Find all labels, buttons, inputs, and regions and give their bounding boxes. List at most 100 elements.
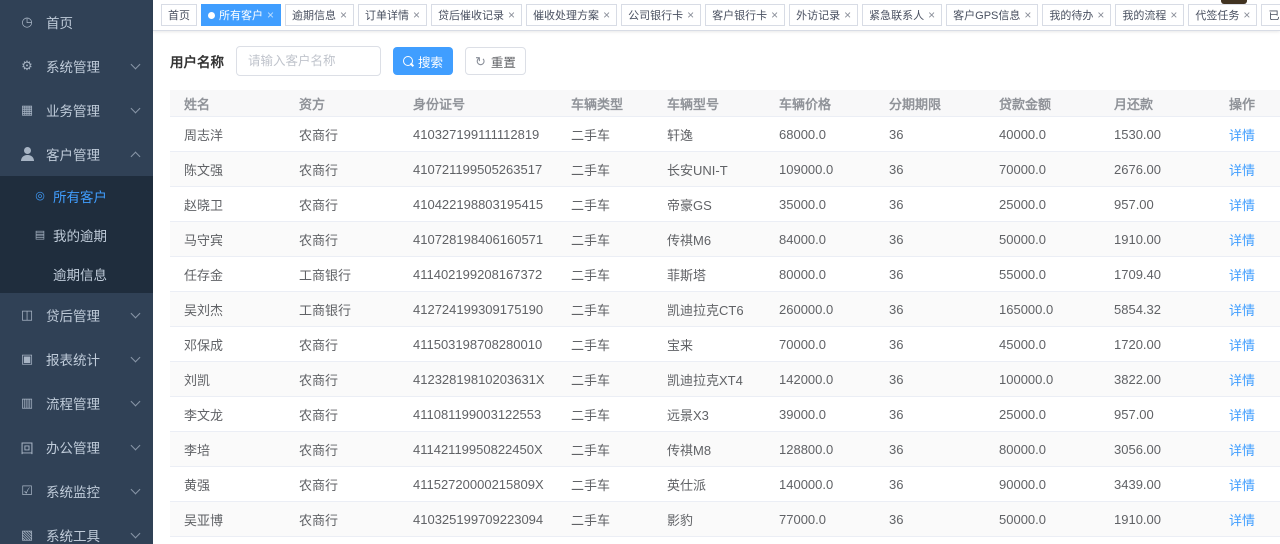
close-icon[interactable]: ×	[340, 9, 347, 21]
cell: 25000.0	[985, 187, 1100, 222]
detail-link[interactable]: 详情	[1229, 338, 1255, 353]
detail-link[interactable]: 详情	[1229, 233, 1255, 248]
sidebar-item-business-management[interactable]: 业务管理	[0, 88, 153, 132]
tab-my-todo[interactable]: 我的待办×	[1042, 4, 1111, 26]
close-icon[interactable]: ×	[1097, 9, 1104, 21]
close-icon[interactable]: ×	[267, 9, 274, 21]
close-icon[interactable]: ×	[1243, 9, 1250, 21]
cell: 凯迪拉克XT4	[653, 362, 765, 397]
cell-text: 410728198406160571	[413, 232, 543, 247]
cell: 165000.0	[985, 292, 1100, 327]
cell-text: 农商行	[299, 198, 338, 213]
cell: 77000.0	[765, 502, 875, 537]
sidebar-item-my-overdue[interactable]: 我的逾期	[0, 215, 153, 254]
tab-emergency-contacts[interactable]: 紧急联系人×	[862, 4, 942, 26]
detail-link[interactable]: 详情	[1229, 443, 1255, 458]
tab-overdue-info[interactable]: 逾期信息×	[285, 4, 354, 26]
search-input[interactable]	[236, 46, 381, 76]
close-icon[interactable]: ×	[844, 9, 851, 21]
tab-collection-plan[interactable]: 催收处理方案 ×	[526, 4, 617, 26]
tab-label: 所有客户	[219, 7, 263, 23]
cell: 3439.00	[1100, 467, 1215, 502]
tab-company-bank-card[interactable]: 公司银行卡×	[621, 4, 701, 26]
detail-link[interactable]: 详情	[1229, 128, 1255, 143]
sidebar-item-system-monitor[interactable]: 系统监控	[0, 469, 153, 513]
sidebar-item-system-tools[interactable]: 系统工具	[0, 513, 153, 544]
cell: 帝豪GS	[653, 187, 765, 222]
cell: 详情	[1215, 397, 1280, 432]
tab-customer-bank-card[interactable]: 客户银行卡×	[705, 4, 785, 26]
table-header-row: 姓名资方身份证号车辆类型车辆型号车辆价格分期期限贷款金额月还款操作	[170, 90, 1280, 117]
cell-text: 36	[889, 372, 903, 387]
cell: 邓保成	[170, 327, 285, 362]
sidebar-item-customer-management[interactable]: 客户管理	[0, 132, 153, 176]
close-icon[interactable]: ×	[687, 9, 694, 21]
close-icon[interactable]: ×	[413, 9, 420, 21]
sidebar-item-home[interactable]: 首页	[0, 0, 153, 44]
cell-text: 100000.0	[999, 372, 1053, 387]
cell-text: 45000.0	[999, 337, 1046, 352]
cell-text: 1720.00	[1114, 337, 1161, 352]
detail-link[interactable]: 详情	[1229, 303, 1255, 318]
tab-label: 催收处理方案	[533, 7, 599, 23]
tab-label: 首页	[168, 7, 190, 23]
cell-text: 36	[889, 267, 903, 282]
close-icon[interactable]: ×	[928, 9, 935, 21]
tab-sign-tasks[interactable]: 代签任务×	[1188, 4, 1257, 26]
cell: 影豹	[653, 502, 765, 537]
detail-link[interactable]: 详情	[1229, 478, 1255, 493]
cell: 二手车	[557, 537, 653, 544]
cell: 142000.0	[765, 362, 875, 397]
detail-link[interactable]: 详情	[1229, 198, 1255, 213]
cell-text: 农商行	[299, 163, 338, 178]
cell-text: 109000.0	[779, 162, 833, 177]
search-button[interactable]: 搜索	[393, 47, 453, 75]
sidebar-item-overdue-info[interactable]: 逾期信息	[0, 254, 153, 293]
tab-done-tasks[interactable]: 已办任务×	[1261, 4, 1280, 26]
reset-button[interactable]: ↻ 重置	[465, 47, 526, 75]
tab-order-detail[interactable]: 订单详情×	[358, 4, 427, 26]
detail-link[interactable]: 详情	[1229, 268, 1255, 283]
tab-all-customers[interactable]: 所有客户 ×	[201, 4, 281, 26]
close-icon[interactable]: ×	[1170, 9, 1177, 21]
tab-home[interactable]: 首页	[161, 4, 197, 26]
detail-link[interactable]: 详情	[1229, 373, 1255, 388]
sidebar-item-post-loan-management[interactable]: 贷后管理	[0, 293, 153, 337]
cell-text: 农商行	[299, 513, 338, 528]
sidebar-item-system-management[interactable]: 系统管理	[0, 44, 153, 88]
sidebar-item-process-management[interactable]: 流程管理	[0, 381, 153, 425]
user-icon	[18, 147, 36, 161]
close-icon[interactable]: ×	[771, 9, 778, 21]
tab-my-process[interactable]: 我的流程×	[1115, 4, 1184, 26]
close-icon[interactable]: ×	[603, 9, 610, 21]
all-customers-icon	[33, 189, 47, 202]
table-row: 李文龙农商行411081199003122553二手车远景X339000.036…	[170, 397, 1280, 432]
cell-text: 宝来	[667, 338, 693, 353]
cell: 宝来	[653, 327, 765, 362]
cell-text: 128800.0	[779, 442, 833, 457]
sidebar-item-all-customers[interactable]: 所有客户	[0, 176, 153, 215]
tab-customer-gps[interactable]: 客户GPS信息×	[946, 4, 1038, 26]
tab-field-visit-records[interactable]: 外访记录×	[789, 4, 858, 26]
cell: 41142119950822450X	[399, 432, 557, 467]
cell: 957.00	[1100, 187, 1215, 222]
close-icon[interactable]: ×	[1024, 9, 1031, 21]
cell-text: 41152720000215809X	[413, 477, 544, 492]
sidebar-item-office-management[interactable]: 办公管理	[0, 425, 153, 469]
sidebar-item-report-statistics[interactable]: 报表统计	[0, 337, 153, 381]
close-icon[interactable]: ×	[508, 9, 515, 21]
avatar	[1221, 0, 1247, 4]
monitor-icon	[18, 483, 36, 499]
detail-link[interactable]: 详情	[1229, 408, 1255, 423]
tab-post-loan-collection-records[interactable]: 贷后催收记录×	[431, 4, 522, 26]
detail-link[interactable]: 详情	[1229, 163, 1255, 178]
cell: 详情	[1215, 432, 1280, 467]
table-row: 吴刘杰工商银行412724199309175190二手车凯迪拉克CT626000…	[170, 292, 1280, 327]
header-cell: 月还款	[1100, 90, 1215, 117]
cell-text: 70000.0	[779, 337, 826, 352]
detail-link[interactable]: 详情	[1229, 513, 1255, 528]
cell: 35000.0	[765, 187, 875, 222]
sidebar-item-label: 首页	[46, 12, 73, 32]
cell-text: 马守宾	[184, 233, 223, 248]
cell: 50000.0	[985, 502, 1100, 537]
